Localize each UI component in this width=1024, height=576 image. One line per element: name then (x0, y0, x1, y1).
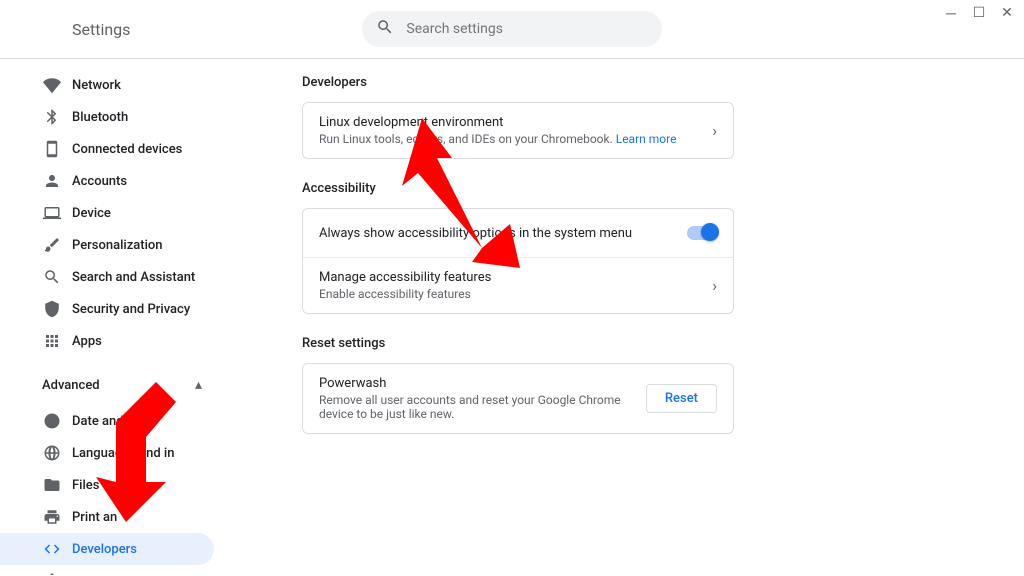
brush-icon (42, 235, 62, 255)
laptop-icon (42, 203, 62, 223)
toggle-switch[interactable] (687, 226, 717, 240)
sidebar-item-search-assistant[interactable]: Search and Assistant (0, 261, 214, 293)
sidebar-advanced-toggle[interactable]: Advanced ▴ (0, 365, 232, 405)
learn-more-link[interactable]: Learn more (616, 132, 677, 146)
chevron-right-icon: › (712, 276, 717, 295)
sidebar-item-label: Security and Privacy (72, 302, 190, 317)
sidebar-item-label: Device (72, 206, 111, 221)
reset-button[interactable]: Reset (646, 384, 717, 413)
accessibility-icon (42, 571, 62, 575)
maximize-icon[interactable]: ☐ (972, 6, 986, 20)
card-accessibility: Always show accessibility options in the… (302, 208, 734, 314)
row-powerwash: Powerwash Remove all user accounts and r… (303, 364, 733, 433)
search-icon (376, 18, 394, 40)
sidebar-item-label: Network (72, 78, 121, 93)
sidebar-item-label: Bluetooth (72, 110, 128, 125)
wifi-icon (42, 75, 62, 95)
section-developers: Developers Linux development environment… (302, 75, 734, 159)
page-title: Settings (72, 20, 130, 39)
close-icon[interactable]: ✕ (1000, 6, 1014, 20)
printer-icon (42, 507, 62, 527)
folder-icon (42, 475, 62, 495)
sidebar-item-label: Accounts (72, 174, 127, 189)
sidebar-item-network[interactable]: Network (0, 69, 214, 101)
window-controls: ─ ☐ ✕ (944, 6, 1014, 20)
card-linux: Linux development environment Run Linux … (302, 102, 734, 159)
chevron-right-icon: › (712, 121, 717, 140)
section-accessibility: Accessibility Always show accessibility … (302, 181, 734, 314)
sidebar-item-developers[interactable]: Developers (0, 533, 214, 565)
sidebar-item-label: Print an (72, 510, 117, 525)
sidebar-item-date-time[interactable]: Date and time (0, 405, 214, 437)
sidebar-item-label: Files (72, 478, 99, 493)
section-reset: Reset settings Powerwash Remove all user… (302, 336, 734, 434)
section-title: Reset settings (302, 336, 734, 351)
sidebar-item-label: Accessibility (72, 574, 146, 576)
sidebar: Network Bluetooth Connected devices Acco… (0, 59, 232, 575)
magnify-icon (42, 267, 62, 287)
sidebar-item-connected-devices[interactable]: Connected devices (0, 133, 214, 165)
person-icon (42, 171, 62, 191)
row-title: Manage accessibility features (319, 270, 491, 285)
sidebar-item-personalization[interactable]: Personalization (0, 229, 214, 261)
row-title: Powerwash (319, 376, 646, 391)
search-input[interactable] (406, 21, 648, 37)
sidebar-item-accounts[interactable]: Accounts (0, 165, 214, 197)
sidebar-item-label: Developers (72, 542, 137, 557)
devices-icon (42, 139, 62, 159)
sidebar-item-label: Languages and in (72, 446, 174, 461)
row-sub: Remove all user accounts and reset your … (319, 393, 646, 421)
sidebar-item-label: Date and time (72, 414, 153, 429)
search-box[interactable] (362, 11, 662, 47)
card-reset: Powerwash Remove all user accounts and r… (302, 363, 734, 434)
sidebar-item-security[interactable]: Security and Privacy (0, 293, 214, 325)
row-title: Always show accessibility options in the… (319, 226, 632, 241)
row-sub: Run Linux tools, editors, and IDEs on yo… (319, 132, 676, 146)
bluetooth-icon (42, 107, 62, 127)
sidebar-item-bluetooth[interactable]: Bluetooth (0, 101, 214, 133)
sidebar-item-print[interactable]: Print an (0, 501, 214, 533)
main-content: Developers Linux development environment… (232, 59, 1024, 575)
minimize-icon[interactable]: ─ (944, 6, 958, 20)
chevron-up-icon: ▴ (195, 377, 202, 393)
sidebar-item-label: Search and Assistant (72, 270, 195, 285)
sidebar-item-label: Personalization (72, 238, 163, 253)
row-manage-a11y[interactable]: Manage accessibility features Enable acc… (303, 257, 733, 313)
shield-icon (42, 299, 62, 319)
section-title: Developers (302, 75, 734, 90)
row-title: Linux development environment (319, 115, 676, 130)
clock-icon (42, 411, 62, 431)
row-linux-dev-env[interactable]: Linux development environment Run Linux … (303, 103, 733, 158)
row-always-show-a11y[interactable]: Always show accessibility options in the… (303, 209, 733, 257)
sidebar-item-label: Apps (72, 334, 102, 349)
section-title: Accessibility (302, 181, 734, 196)
sidebar-item-apps[interactable]: Apps (0, 325, 214, 357)
sidebar-item-languages[interactable]: Languages and in (0, 437, 214, 469)
code-icon (42, 539, 62, 559)
topbar: Settings (0, 0, 1024, 58)
sidebar-item-label: Connected devices (72, 142, 182, 157)
row-sub: Enable accessibility features (319, 287, 491, 301)
sidebar-item-device[interactable]: Device (0, 197, 214, 229)
sidebar-item-files[interactable]: Files (0, 469, 214, 501)
apps-icon (42, 331, 62, 351)
advanced-label: Advanced (42, 378, 100, 393)
sidebar-item-accessibility[interactable]: Accessibility (0, 565, 214, 575)
globe-icon (42, 443, 62, 463)
